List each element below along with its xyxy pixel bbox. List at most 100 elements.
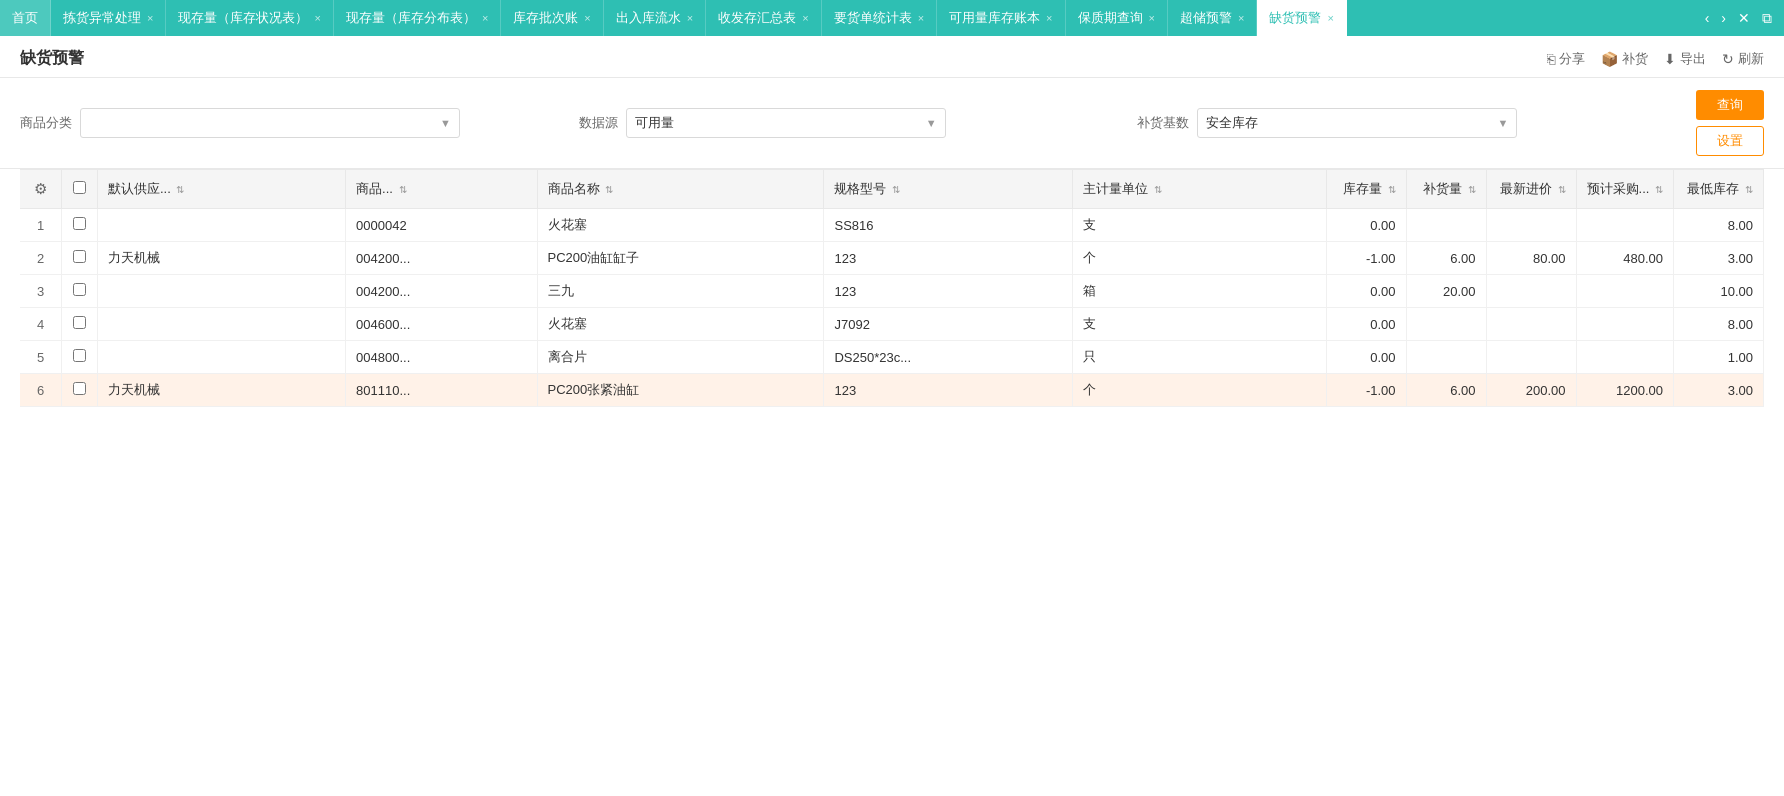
datasource-select[interactable]: 可用量 ▼ [626, 108, 946, 138]
export-action[interactable]: ⬇ 导出 [1664, 50, 1706, 68]
th-replen[interactable]: 补货量 ⇅ [1406, 170, 1486, 209]
cell-stock: -1.00 [1326, 374, 1406, 407]
close-tab-expiry-query[interactable]: × [1149, 12, 1155, 24]
th-min-stock[interactable]: 最低库存 ⇅ [1674, 170, 1764, 209]
cell-supplier: 力天机械 [98, 242, 346, 275]
category-select[interactable]: ▼ [80, 108, 460, 138]
row-checkbox[interactable] [73, 250, 86, 263]
tab-collect-summary[interactable]: 收发存汇总表 × [706, 0, 821, 36]
th-plan-purchase[interactable]: 预计采购... ⇅ [1576, 170, 1673, 209]
sort-name-icon: ⇅ [605, 184, 613, 195]
replenish-icon: 📦 [1601, 51, 1618, 67]
cell-replen: 6.00 [1406, 374, 1486, 407]
table-body: 1 0000042 火花塞 SS816 支 0.00 8.00 2 力天机械 0… [20, 209, 1764, 407]
row-checkbox[interactable] [73, 382, 86, 395]
close-tab-shortage[interactable]: × [1327, 12, 1333, 24]
cell-replen [1406, 308, 1486, 341]
cell-code: 004200... [346, 275, 537, 308]
close-tab-in-out-flow[interactable]: × [687, 12, 693, 24]
table-row: 6 力天机械 801110... PC200张紧油缸 123 个 -1.00 6… [20, 374, 1764, 407]
cell-replen: 6.00 [1406, 242, 1486, 275]
filter-row: 商品分类 ▼ 数据源 可用量 ▼ 补货基数 安全库存 ▼ 查询 设置 [0, 78, 1784, 169]
cell-index: 2 [20, 242, 62, 275]
tab-requisition-stat[interactable]: 要货单统计表 × [822, 0, 937, 36]
tab-abnormal[interactable]: 拣货异常处理 × [51, 0, 166, 36]
th-name[interactable]: 商品名称 ⇅ [537, 170, 824, 209]
tab-expiry-query[interactable]: 保质期查询 × [1066, 0, 1168, 36]
header-actions: ⎗ 分享 📦 补货 ⬇ 导出 ↻ 刷新 [1547, 50, 1764, 68]
cell-checkbox [62, 341, 98, 374]
close-tab-collect-summary[interactable]: × [802, 12, 808, 24]
refresh-action[interactable]: ↻ 刷新 [1722, 50, 1764, 68]
sort-supplier-icon: ⇅ [176, 184, 184, 195]
th-checkbox [62, 170, 98, 209]
cell-index: 1 [20, 209, 62, 242]
tab-in-out-flow[interactable]: 出入库流水 × [604, 0, 706, 36]
cell-spec: 123 [824, 242, 1072, 275]
th-unit[interactable]: 主计量单位 ⇅ [1072, 170, 1326, 209]
cell-replen [1406, 209, 1486, 242]
query-button[interactable]: 查询 [1696, 90, 1764, 120]
replenish-action[interactable]: 📦 补货 [1601, 50, 1648, 68]
cell-min-stock: 1.00 [1674, 341, 1764, 374]
setting-button[interactable]: 设置 [1696, 126, 1764, 156]
cell-index: 3 [20, 275, 62, 308]
select-all-checkbox[interactable] [73, 181, 86, 194]
row-checkbox[interactable] [73, 283, 86, 296]
tab-inventory-status[interactable]: 现存量（库存状况表） × [166, 0, 333, 36]
cell-stock: 0.00 [1326, 209, 1406, 242]
share-action[interactable]: ⎗ 分享 [1547, 50, 1585, 68]
tab-shortage[interactable]: 缺货预警 × [1257, 0, 1346, 36]
cell-min-stock: 8.00 [1674, 308, 1764, 341]
tab-close-all-button[interactable]: ✕ [1734, 8, 1754, 28]
cell-price [1486, 275, 1576, 308]
close-tab-inventory-status[interactable]: × [314, 12, 320, 24]
cell-name: 三九 [537, 275, 824, 308]
gear-button[interactable]: ⚙ [30, 178, 51, 200]
row-checkbox[interactable] [73, 217, 86, 230]
tab-overstock[interactable]: 超储预警 × [1168, 0, 1257, 36]
th-supplier[interactable]: 默认供应... ⇅ [98, 170, 346, 209]
cell-unit: 箱 [1072, 275, 1326, 308]
row-checkbox[interactable] [73, 316, 86, 329]
close-tab-overstock[interactable]: × [1238, 12, 1244, 24]
page-title: 缺货预警 [20, 48, 84, 69]
th-code[interactable]: 商品... ⇅ [346, 170, 537, 209]
cell-checkbox [62, 242, 98, 275]
close-tab-abnormal[interactable]: × [147, 12, 153, 24]
tab-prev-button[interactable]: ‹ [1701, 8, 1714, 28]
replen-base-select[interactable]: 安全库存 ▼ [1197, 108, 1517, 138]
close-tab-requisition-stat[interactable]: × [918, 12, 924, 24]
cell-unit: 支 [1072, 209, 1326, 242]
row-checkbox[interactable] [73, 349, 86, 362]
th-stock[interactable]: 库存量 ⇅ [1326, 170, 1406, 209]
tab-inventory-dist[interactable]: 现存量（库存分布表） × [334, 0, 501, 36]
cell-supplier: 力天机械 [98, 374, 346, 407]
tab-available-ledger[interactable]: 可用量库存账本 × [937, 0, 1065, 36]
cell-supplier [98, 308, 346, 341]
cell-spec: 123 [824, 374, 1072, 407]
tab-next-button[interactable]: › [1717, 8, 1730, 28]
cell-unit: 个 [1072, 242, 1326, 275]
close-tab-available-ledger[interactable]: × [1046, 12, 1052, 24]
th-price[interactable]: 最新进价 ⇅ [1486, 170, 1576, 209]
cell-replen: 20.00 [1406, 275, 1486, 308]
sort-min-icon: ⇅ [1745, 184, 1753, 195]
cell-min-stock: 8.00 [1674, 209, 1764, 242]
cell-stock: 0.00 [1326, 275, 1406, 308]
tab-expand-button[interactable]: ⧉ [1758, 8, 1776, 29]
tab-home[interactable]: 首页 [0, 0, 51, 36]
datasource-value: 可用量 [635, 114, 674, 132]
close-tab-inventory-dist[interactable]: × [482, 12, 488, 24]
cell-code: 004600... [346, 308, 537, 341]
cell-supplier [98, 275, 346, 308]
cell-checkbox [62, 275, 98, 308]
th-settings: ⚙ [20, 170, 62, 209]
cell-replen [1406, 341, 1486, 374]
table-row: 1 0000042 火花塞 SS816 支 0.00 8.00 [20, 209, 1764, 242]
close-tab-batch-account[interactable]: × [584, 12, 590, 24]
tab-batch-account[interactable]: 库存批次账 × [501, 0, 603, 36]
cell-spec: J7092 [824, 308, 1072, 341]
th-spec[interactable]: 规格型号 ⇅ [824, 170, 1072, 209]
replen-base-arrow-icon: ▼ [1497, 117, 1508, 129]
